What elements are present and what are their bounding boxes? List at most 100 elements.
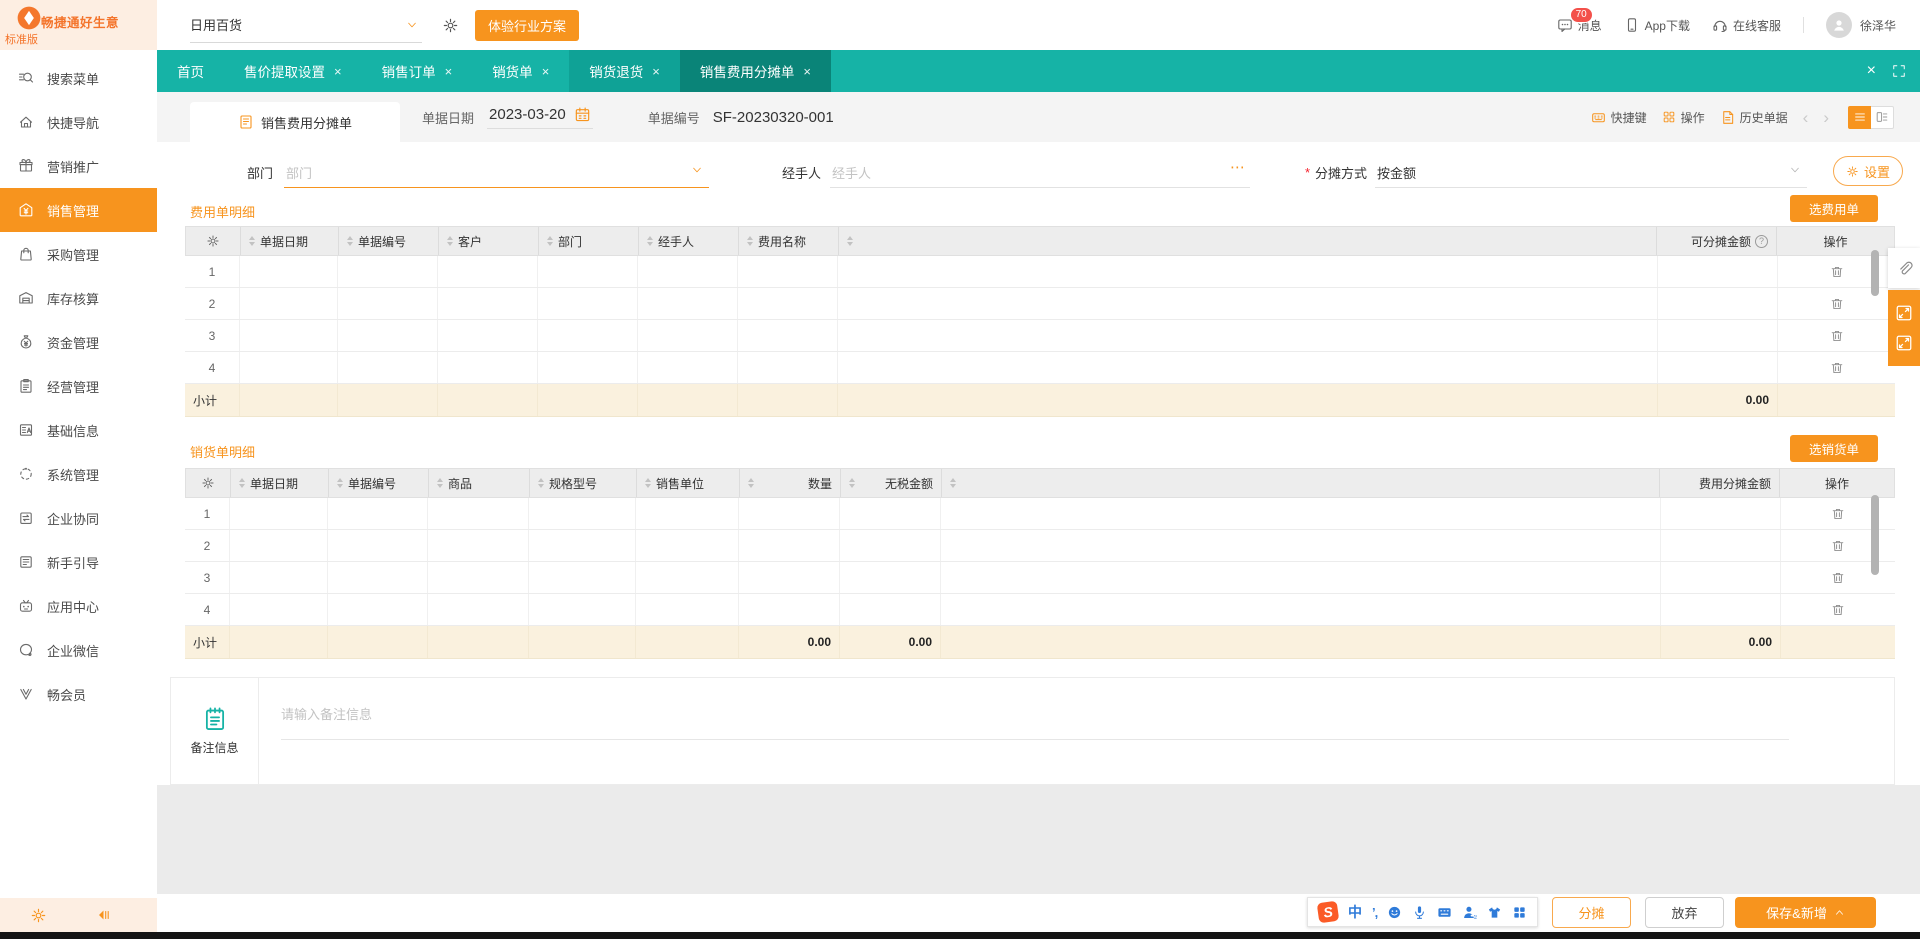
- table-cell[interactable]: [941, 498, 1661, 529]
- allocate-button[interactable]: 分摊: [1552, 897, 1631, 928]
- shortcut-keys-button[interactable]: 快捷键: [1591, 109, 1647, 126]
- skin-icon[interactable]: [1487, 905, 1502, 920]
- expand-icon[interactable]: [1895, 304, 1913, 322]
- tab-close-icon[interactable]: ×: [652, 64, 660, 79]
- table-cell[interactable]: [838, 256, 1658, 287]
- emoji-icon[interactable]: [1387, 905, 1402, 920]
- table-cell[interactable]: [438, 288, 538, 319]
- sidebar-item-10[interactable]: 企业协同: [0, 496, 157, 540]
- handler-input[interactable]: 经手人 ⋯: [830, 152, 1250, 188]
- messages-button[interactable]: 消息 70: [1557, 6, 1602, 34]
- table-cell[interactable]: [840, 594, 941, 625]
- table-cell[interactable]: [1661, 594, 1781, 625]
- table-cell[interactable]: [738, 256, 838, 287]
- mic-icon[interactable]: [1412, 905, 1427, 920]
- user-menu[interactable]: 徐泽华: [1825, 12, 1896, 38]
- sidebar-item-12[interactable]: 应用中心: [0, 584, 157, 628]
- tab-0[interactable]: 首页: [157, 50, 224, 92]
- sidebar-item-2[interactable]: 营销推广: [0, 144, 157, 188]
- expense-table-scrollbar[interactable]: [1871, 250, 1879, 296]
- sort-icon[interactable]: [748, 478, 754, 488]
- sidebar-item-13[interactable]: 企业微信: [0, 628, 157, 672]
- table-cell[interactable]: [1658, 288, 1778, 319]
- tab-4[interactable]: 销货退货 ×: [569, 50, 680, 92]
- sort-icon[interactable]: [437, 478, 443, 488]
- tab-3[interactable]: 销货单 ×: [472, 50, 569, 92]
- topbar-gear-icon[interactable]: [442, 17, 459, 34]
- settings-gear-icon[interactable]: [30, 907, 47, 924]
- table-cell[interactable]: [738, 352, 838, 383]
- discard-button[interactable]: 放弃: [1645, 897, 1724, 928]
- table-cell[interactable]: [230, 498, 328, 529]
- next-doc-icon[interactable]: ›: [1823, 109, 1829, 126]
- delete-row-button[interactable]: [1830, 329, 1844, 343]
- table-cell[interactable]: [240, 320, 338, 351]
- sort-icon[interactable]: [447, 236, 453, 246]
- app-download-button[interactable]: App下载: [1624, 17, 1690, 34]
- table-cell[interactable]: [1661, 530, 1781, 561]
- sort-icon[interactable]: [337, 478, 343, 488]
- sort-icon[interactable]: [538, 478, 544, 488]
- table-cell[interactable]: [1658, 256, 1778, 287]
- table-cell[interactable]: [529, 498, 636, 529]
- sort-icon[interactable]: [347, 236, 353, 246]
- sidebar-item-8[interactable]: 基础信息: [0, 408, 157, 452]
- table-cell[interactable]: [529, 530, 636, 561]
- table-cell[interactable]: [428, 594, 529, 625]
- org-select[interactable]: 日用百货: [190, 7, 422, 43]
- table-cell[interactable]: [240, 288, 338, 319]
- table-cell[interactable]: [739, 498, 840, 529]
- sort-icon[interactable]: [647, 236, 653, 246]
- table-cell[interactable]: [538, 352, 638, 383]
- tab-close-icon[interactable]: ×: [542, 64, 550, 79]
- sidebar-item-4[interactable]: 采购管理: [0, 232, 157, 276]
- table-cell[interactable]: [240, 352, 338, 383]
- table-cell[interactable]: [230, 530, 328, 561]
- delete-row-button[interactable]: [1831, 507, 1845, 521]
- table-cell[interactable]: [941, 562, 1661, 593]
- column-gear-icon[interactable]: [201, 476, 215, 490]
- table-cell[interactable]: [838, 288, 1658, 319]
- table-cell[interactable]: [328, 562, 428, 593]
- table-cell[interactable]: [1658, 320, 1778, 351]
- expand-icon[interactable]: [1895, 334, 1913, 352]
- column-gear-icon[interactable]: [206, 234, 220, 248]
- help-icon[interactable]: ?: [1755, 234, 1768, 248]
- table-cell[interactable]: [338, 256, 438, 287]
- more-icon[interactable]: ⋯: [1230, 158, 1246, 176]
- table-cell[interactable]: [738, 320, 838, 351]
- table-cell[interactable]: [840, 530, 941, 561]
- sidebar-item-14[interactable]: 畅会员: [0, 672, 157, 716]
- online-service-button[interactable]: 在线客服: [1712, 17, 1781, 34]
- sidebar-item-1[interactable]: 快捷导航: [0, 100, 157, 144]
- sort-icon[interactable]: [747, 236, 753, 246]
- prev-doc-icon[interactable]: ‹: [1803, 109, 1809, 126]
- card-view-button[interactable]: [1871, 105, 1894, 129]
- table-cell[interactable]: [438, 352, 538, 383]
- attachment-button[interactable]: [1888, 248, 1920, 288]
- sort-icon[interactable]: [239, 478, 245, 488]
- delete-row-button[interactable]: [1830, 265, 1844, 279]
- table-cell[interactable]: [328, 498, 428, 529]
- department-select[interactable]: 部门: [284, 152, 709, 188]
- settings-button[interactable]: 设置: [1833, 156, 1903, 186]
- collapse-sidebar-icon[interactable]: [95, 907, 111, 923]
- table-cell[interactable]: [739, 594, 840, 625]
- remark-input[interactable]: 请输入备注信息: [281, 704, 1789, 740]
- close-all-tabs-icon[interactable]: ×: [1867, 62, 1876, 80]
- tab-5[interactable]: 销售费用分摊单 ×: [679, 50, 831, 92]
- table-cell[interactable]: [1658, 352, 1778, 383]
- delete-row-button[interactable]: [1830, 361, 1844, 375]
- method-select[interactable]: 按金额: [1375, 152, 1807, 188]
- table-cell[interactable]: [328, 530, 428, 561]
- sidebar-item-11[interactable]: 新手引导: [0, 540, 157, 584]
- table-cell[interactable]: [838, 320, 1658, 351]
- save-and-new-button[interactable]: 保存&新增: [1735, 897, 1876, 928]
- table-cell[interactable]: [538, 256, 638, 287]
- delete-row-button[interactable]: [1831, 539, 1845, 553]
- sidebar-item-0[interactable]: 搜索菜单: [0, 56, 157, 100]
- sort-icon[interactable]: [849, 478, 855, 488]
- table-cell[interactable]: [428, 530, 529, 561]
- doc-tab[interactable]: 销售费用分摊单: [190, 102, 400, 142]
- table-cell[interactable]: [636, 498, 739, 529]
